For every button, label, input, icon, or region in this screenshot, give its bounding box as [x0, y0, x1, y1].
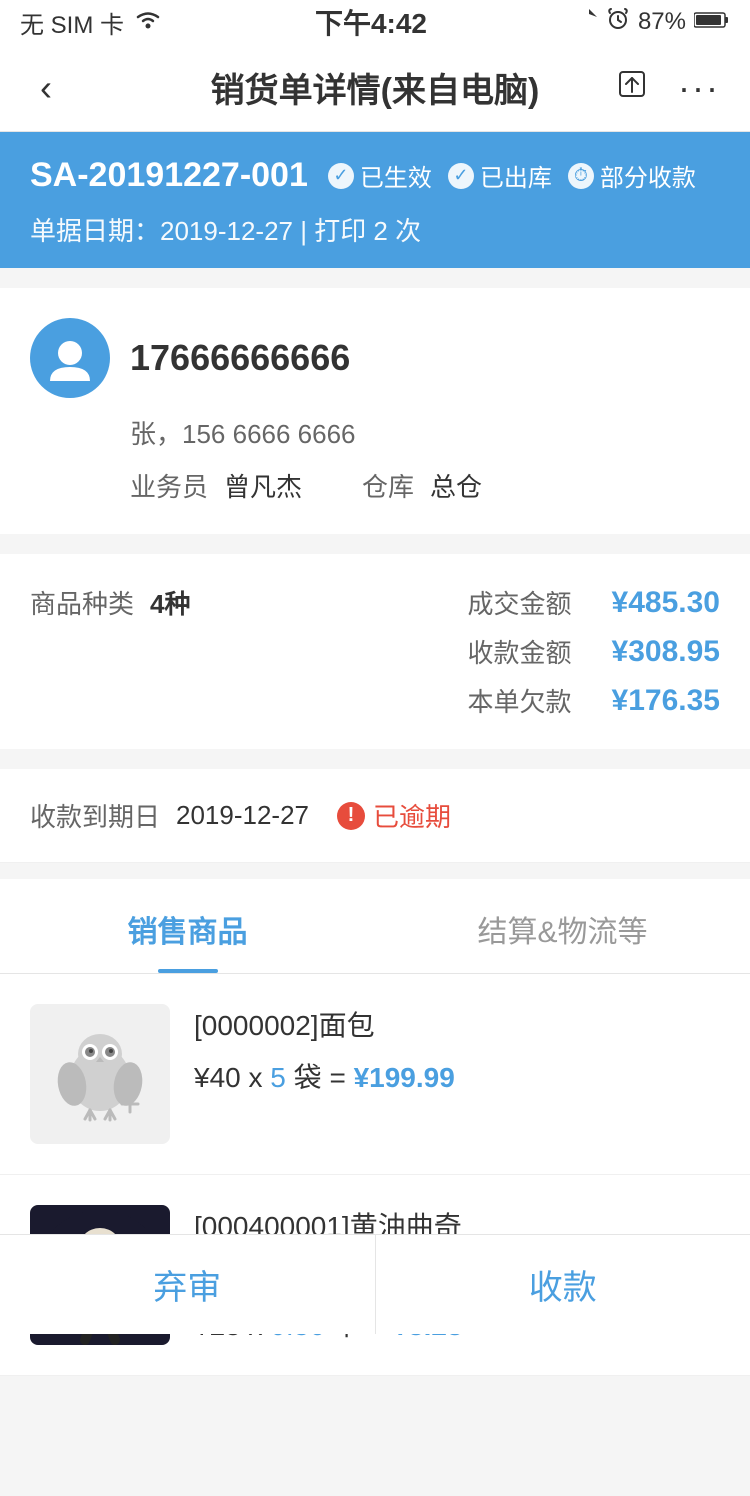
product-type-label: 商品种类	[30, 584, 134, 621]
collect-amount: ¥308.95	[612, 635, 720, 669]
clock-icon: ⏱	[568, 163, 594, 189]
overdue-text: 已逾期	[373, 797, 451, 834]
product-item-1: [0000002]面包 ¥40 x 5 袋 = ¥199.99	[0, 974, 750, 1175]
cancel-review-button[interactable]: 弃审	[0, 1235, 376, 1334]
collect-button[interactable]: 收款	[376, 1235, 750, 1334]
summary-left: 商品种类 4种	[30, 584, 190, 621]
badge-effective: ✓ 已生效	[328, 158, 432, 193]
back-button[interactable]: ‹	[30, 57, 62, 119]
debt-label: 本单欠款	[468, 682, 572, 719]
debt-amount-row: 本单欠款 ¥176.35	[468, 682, 720, 719]
banner-top: SA-20191227-001 ✓ 已生效 ✓ 已出库 ⏱ 部分收款	[30, 156, 720, 195]
collect-label: 收款金额	[468, 633, 572, 670]
due-date: 2019-12-27	[176, 800, 309, 831]
deal-amount: ¥485.30	[612, 586, 720, 620]
staff-row: 业务员 曾凡杰 仓库 总仓	[130, 467, 720, 504]
staff-value: 曾凡杰	[224, 467, 302, 504]
staff-label: 业务员	[130, 467, 208, 504]
overdue-icon: !	[337, 802, 365, 830]
customer-section: 17666666666 张，156 6666 6666 业务员 曾凡杰 仓库 总…	[0, 288, 750, 534]
collect-amount-row: 收款金额 ¥308.95	[468, 633, 720, 670]
summary-right: 成交金额 ¥485.30 收款金额 ¥308.95 本单欠款 ¥176.35	[468, 584, 720, 719]
status-time: 下午4:42	[315, 2, 427, 42]
nav-bar: ‹ 销货单详情(来自电脑) ···	[0, 44, 750, 132]
badge-partial: ⏱ 部分收款	[568, 158, 696, 193]
battery-label: 87%	[638, 8, 686, 36]
bottom-bar: 弃审 收款	[0, 1234, 750, 1334]
product-total-1: ¥199.99	[354, 1062, 455, 1093]
tab-settlement[interactable]: 结算&物流等	[375, 879, 750, 973]
location-icon	[580, 8, 598, 37]
tab-underline	[158, 969, 218, 973]
nav-right-actions: ···	[616, 67, 720, 109]
debt-amount: ¥176.35	[612, 684, 720, 718]
product-type-count: 4种	[150, 584, 190, 621]
customer-phone: 17666666666	[130, 337, 350, 379]
deal-label: 成交金额	[468, 584, 572, 621]
warehouse-value: 总仓	[430, 467, 482, 504]
nav-title: 销货单详情(来自电脑)	[211, 63, 540, 112]
battery-icon	[694, 8, 730, 36]
status-bar: 无 SIM 卡 下午4:42 87%	[0, 0, 750, 44]
carrier-label: 无 SIM 卡	[20, 5, 124, 40]
warehouse-label: 仓库	[362, 467, 414, 504]
section-divider	[0, 863, 750, 879]
overdue-badge: ! 已逾期	[325, 793, 463, 838]
check-icon-2: ✓	[448, 163, 474, 189]
order-date: 单据日期：2019-12-27 | 打印 2 次	[30, 211, 720, 248]
product-info-1: [0000002]面包 ¥40 x 5 袋 = ¥199.99	[194, 1004, 720, 1096]
product-image-1	[30, 1004, 170, 1144]
summary-section: 商品种类 4种 成交金额 ¥485.30 收款金额 ¥308.95 本单欠款 ¥…	[0, 554, 750, 749]
product-qty-1: 5	[270, 1062, 286, 1093]
tabs: 销售商品 结算&物流等	[0, 879, 750, 974]
badge-shipped: ✓ 已出库	[448, 158, 552, 193]
status-left: 无 SIM 卡	[20, 5, 162, 40]
product-price-1: ¥40 x 5 袋 = ¥199.99	[194, 1056, 720, 1096]
due-section: 收款到期日 2019-12-27 ! 已逾期	[0, 769, 750, 863]
wifi-icon	[134, 8, 162, 36]
customer-name: 张，156 6666 6666	[130, 414, 720, 451]
share-icon[interactable]	[616, 68, 648, 108]
product-name-1: [0000002]面包	[194, 1004, 720, 1044]
customer-row: 17666666666	[30, 318, 720, 398]
more-icon[interactable]: ···	[678, 67, 720, 109]
due-label: 收款到期日	[30, 797, 160, 834]
order-id: SA-20191227-001	[30, 156, 308, 195]
status-right: 87%	[580, 7, 730, 38]
order-banner: SA-20191227-001 ✓ 已生效 ✓ 已出库 ⏱ 部分收款 单据日期：…	[0, 132, 750, 268]
tab-products[interactable]: 销售商品	[0, 879, 375, 973]
check-icon-1: ✓	[328, 163, 354, 189]
avatar	[30, 318, 110, 398]
alarm-icon	[606, 7, 630, 38]
deal-amount-row: 成交金额 ¥485.30	[468, 584, 720, 621]
status-badges: ✓ 已生效 ✓ 已出库 ⏱ 部分收款	[328, 158, 696, 193]
